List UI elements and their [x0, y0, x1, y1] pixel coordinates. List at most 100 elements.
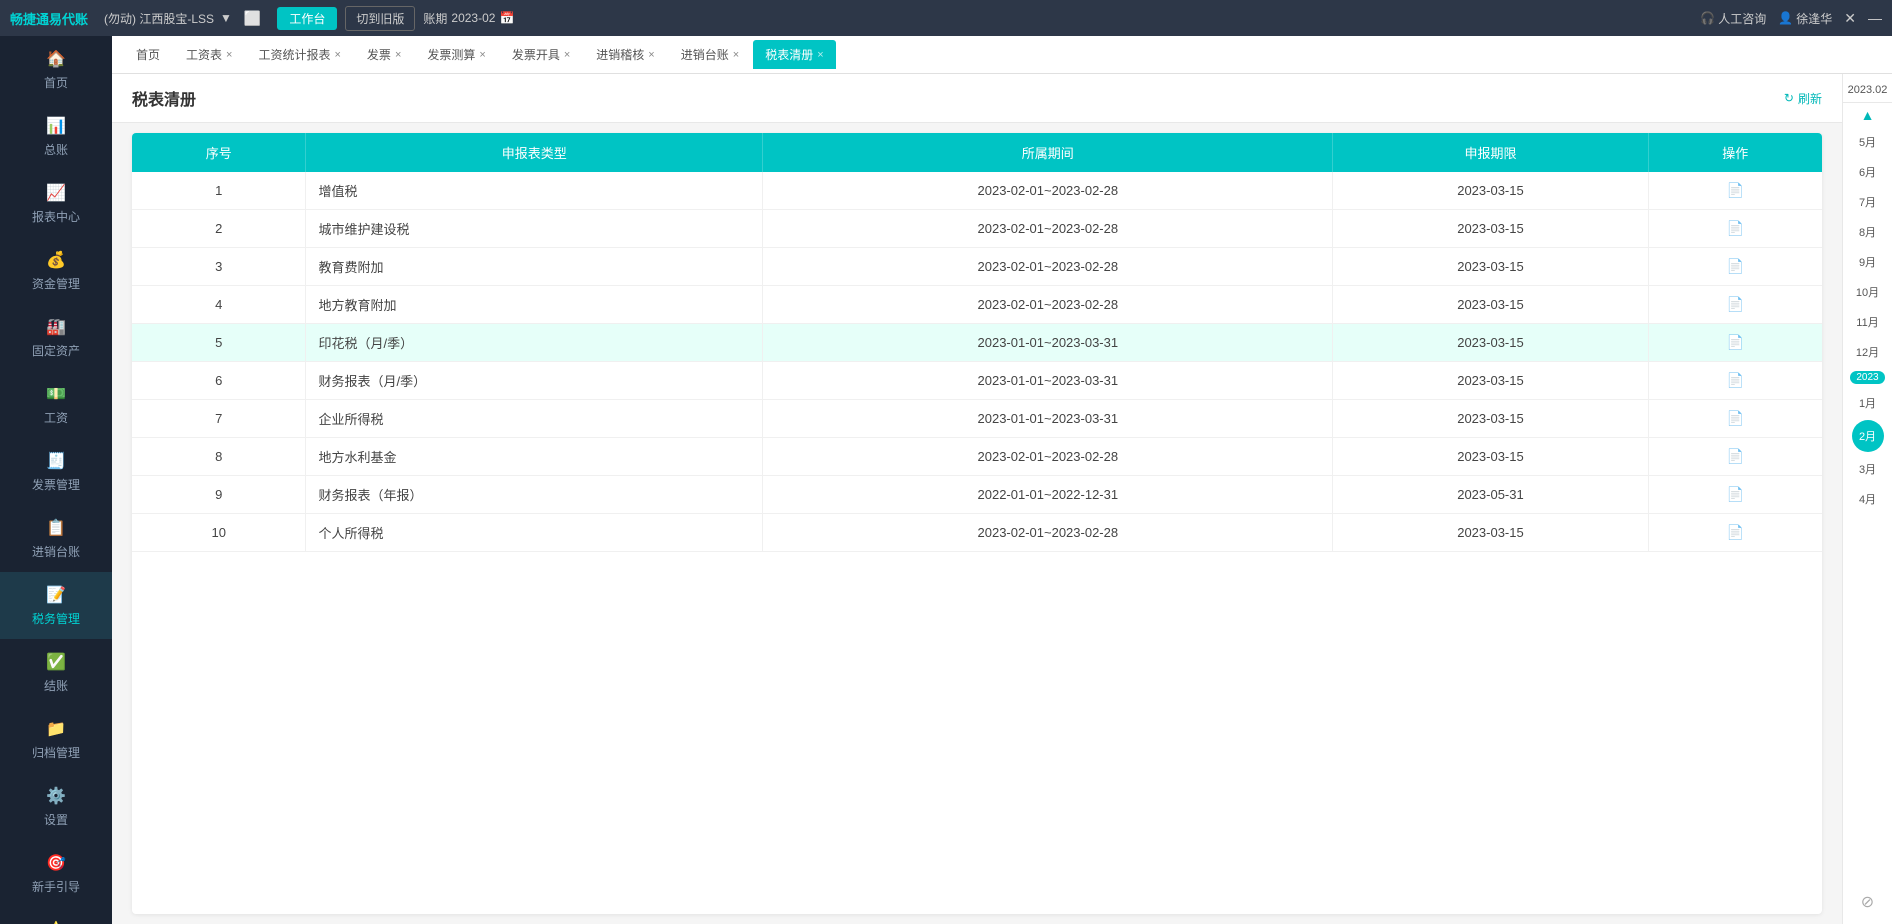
- minimize-button[interactable]: —: [1868, 10, 1882, 26]
- cell-id: 2: [132, 210, 306, 248]
- cell-action[interactable]: 📄: [1648, 248, 1822, 286]
- cell-action[interactable]: 📄: [1648, 514, 1822, 552]
- cell-type: 地方水利基金: [306, 438, 763, 476]
- period-selector[interactable]: 账期 2023-02 📅: [423, 10, 514, 27]
- tab-bar: 首页工资表×工资统计报表×发票×发票测算×发票开具×进销稽核×进销台账×税表清册…: [112, 36, 1892, 74]
- table-row: 6 财务报表（月/季） 2023-01-01~2023-03-31 2023-0…: [132, 362, 1822, 400]
- sidebar-item-reports[interactable]: 📈 报表中心: [0, 170, 112, 237]
- action-icon[interactable]: 📄: [1727, 334, 1744, 350]
- tab-home[interactable]: 首页: [124, 40, 172, 69]
- panel-collapse-btn[interactable]: ⊘: [1853, 884, 1882, 920]
- action-icon[interactable]: 📄: [1727, 448, 1744, 464]
- switch-button[interactable]: 切到旧版: [345, 6, 415, 31]
- sidebar-item-tax[interactable]: 📝 税务管理: [0, 572, 112, 639]
- active-month-2月[interactable]: 2月: [1852, 420, 1884, 452]
- consult-link[interactable]: 🎧 人工咨询: [1700, 10, 1766, 27]
- cell-type: 教育费附加: [306, 248, 763, 286]
- cell-action[interactable]: 📄: [1648, 210, 1822, 248]
- tab-close-purchase-check[interactable]: ×: [648, 49, 654, 61]
- cell-action[interactable]: 📄: [1648, 172, 1822, 210]
- sidebar-item-assets[interactable]: 🏭 固定资产: [0, 304, 112, 371]
- cell-action[interactable]: 📄: [1648, 286, 1822, 324]
- month-10月[interactable]: 10月: [1852, 277, 1883, 307]
- sidebar-item-archive[interactable]: 📁 归档管理: [0, 706, 112, 773]
- cell-id: 10: [132, 514, 306, 552]
- sidebar-item-guide[interactable]: 🎯 新手引导: [0, 840, 112, 907]
- sidebar-item-payroll[interactable]: 💵 工资: [0, 371, 112, 438]
- action-icon[interactable]: 📄: [1727, 486, 1744, 502]
- month-4月[interactable]: 4月: [1852, 484, 1884, 514]
- close-button[interactable]: ✕: [1844, 10, 1856, 27]
- tab-close-invoice-issue[interactable]: ×: [564, 49, 570, 61]
- user-avatar[interactable]: 👤 徐逢华: [1778, 10, 1832, 27]
- cell-action[interactable]: 📄: [1648, 438, 1822, 476]
- calendar-icon[interactable]: 📅: [499, 11, 514, 25]
- tab-close-tax-clearance[interactable]: ×: [817, 49, 823, 61]
- cell-id: 6: [132, 362, 306, 400]
- month-11月[interactable]: 11月: [1852, 307, 1883, 337]
- month-8月[interactable]: 8月: [1852, 217, 1883, 247]
- table-row: 5 印花税（月/季） 2023-01-01~2023-03-31 2023-03…: [132, 324, 1822, 362]
- month-3月[interactable]: 3月: [1852, 454, 1884, 484]
- company-dropdown-icon[interactable]: ▼: [220, 11, 232, 25]
- action-icon[interactable]: 📄: [1727, 220, 1744, 236]
- tab-close-payroll[interactable]: ×: [226, 49, 232, 61]
- user-icon: 👤: [1778, 11, 1793, 25]
- table-row: 9 财务报表（年报） 2022-01-01~2022-12-31 2023-05…: [132, 476, 1822, 514]
- month-9月[interactable]: 9月: [1852, 247, 1883, 277]
- cell-action[interactable]: 📄: [1648, 362, 1822, 400]
- table-row: 4 地方教育附加 2023-02-01~2023-02-28 2023-03-1…: [132, 286, 1822, 324]
- tab-invoice[interactable]: 发票×: [355, 40, 413, 69]
- company-settings-icon[interactable]: ⬜: [244, 10, 261, 27]
- sidebar-item-home[interactable]: 🏠 首页: [0, 36, 112, 103]
- action-icon[interactable]: 📄: [1727, 258, 1744, 274]
- sidebar-icon-invoice-mgmt: 🧾: [45, 450, 67, 472]
- cell-deadline: 2023-03-15: [1333, 210, 1648, 248]
- company-selector[interactable]: (勿动) 江西股宝-LSS ▼ ⬜: [104, 10, 261, 27]
- tab-close-payroll-stats[interactable]: ×: [334, 49, 340, 61]
- tab-invoice-check[interactable]: 发票测算×: [415, 40, 497, 69]
- month-12月[interactable]: 12月: [1852, 337, 1883, 367]
- month-7月[interactable]: 7月: [1852, 187, 1883, 217]
- tab-payroll-stats[interactable]: 工资统计报表×: [246, 40, 352, 69]
- tab-payroll[interactable]: 工资表×: [174, 40, 244, 69]
- month-5月[interactable]: 5月: [1852, 127, 1883, 157]
- cell-deadline: 2023-03-15: [1333, 172, 1648, 210]
- col-header-申报期限: 申报期限: [1333, 133, 1648, 172]
- sidebar-item-purchase[interactable]: 📋 进销台账: [0, 505, 112, 572]
- sidebar-item-member[interactable]: ⭐ 畅会员: [0, 907, 112, 924]
- workspace-button[interactable]: 工作台: [277, 7, 337, 30]
- month-1月[interactable]: 1月: [1852, 388, 1884, 418]
- sidebar-icon-assets: 🏭: [45, 316, 67, 338]
- tab-close-invoice[interactable]: ×: [395, 49, 401, 61]
- sidebar-item-fund[interactable]: 💰 资金管理: [0, 237, 112, 304]
- tab-tax-clearance[interactable]: 税表清册×: [753, 40, 835, 69]
- cell-action[interactable]: 📄: [1648, 324, 1822, 362]
- tab-invoice-issue[interactable]: 发票开具×: [500, 40, 582, 69]
- month-6月[interactable]: 6月: [1852, 157, 1883, 187]
- action-icon[interactable]: 📄: [1727, 410, 1744, 426]
- action-icon[interactable]: 📄: [1727, 182, 1744, 198]
- tab-purchase-check[interactable]: 进销稽核×: [584, 40, 666, 69]
- cell-action[interactable]: 📄: [1648, 400, 1822, 438]
- action-icon[interactable]: 📄: [1727, 296, 1744, 312]
- app-logo: 畅捷通易代账: [10, 9, 88, 28]
- action-icon[interactable]: 📄: [1727, 524, 1744, 540]
- month-nav-up[interactable]: ▲: [1857, 103, 1879, 127]
- action-icon[interactable]: 📄: [1727, 372, 1744, 388]
- tab-close-purchase-ledger[interactable]: ×: [733, 49, 739, 61]
- sidebar-item-settings[interactable]: ⚙️ 设置: [0, 773, 112, 840]
- sidebar-item-invoice-mgmt[interactable]: 🧾 发票管理: [0, 438, 112, 505]
- sidebar-label-closing: 结账: [44, 677, 68, 694]
- tab-purchase-ledger[interactable]: 进销台账×: [669, 40, 751, 69]
- cell-id: 5: [132, 324, 306, 362]
- main-panel: 税表清册 ↻ 刷新 序号申报表类型所属期间申报期限操作 1 增值税 2023-0…: [112, 74, 1842, 924]
- cell-period: 2023-02-01~2023-02-28: [763, 438, 1333, 476]
- sidebar-label-guide: 新手引导: [32, 878, 80, 895]
- refresh-button[interactable]: ↻ 刷新: [1784, 90, 1822, 107]
- tab-close-invoice-check[interactable]: ×: [479, 49, 485, 61]
- sidebar-item-closing[interactable]: ✅ 结账: [0, 639, 112, 706]
- sidebar-item-ledger[interactable]: 📊 总账: [0, 103, 112, 170]
- tab-label-home: 首页: [136, 46, 160, 63]
- cell-action[interactable]: 📄: [1648, 476, 1822, 514]
